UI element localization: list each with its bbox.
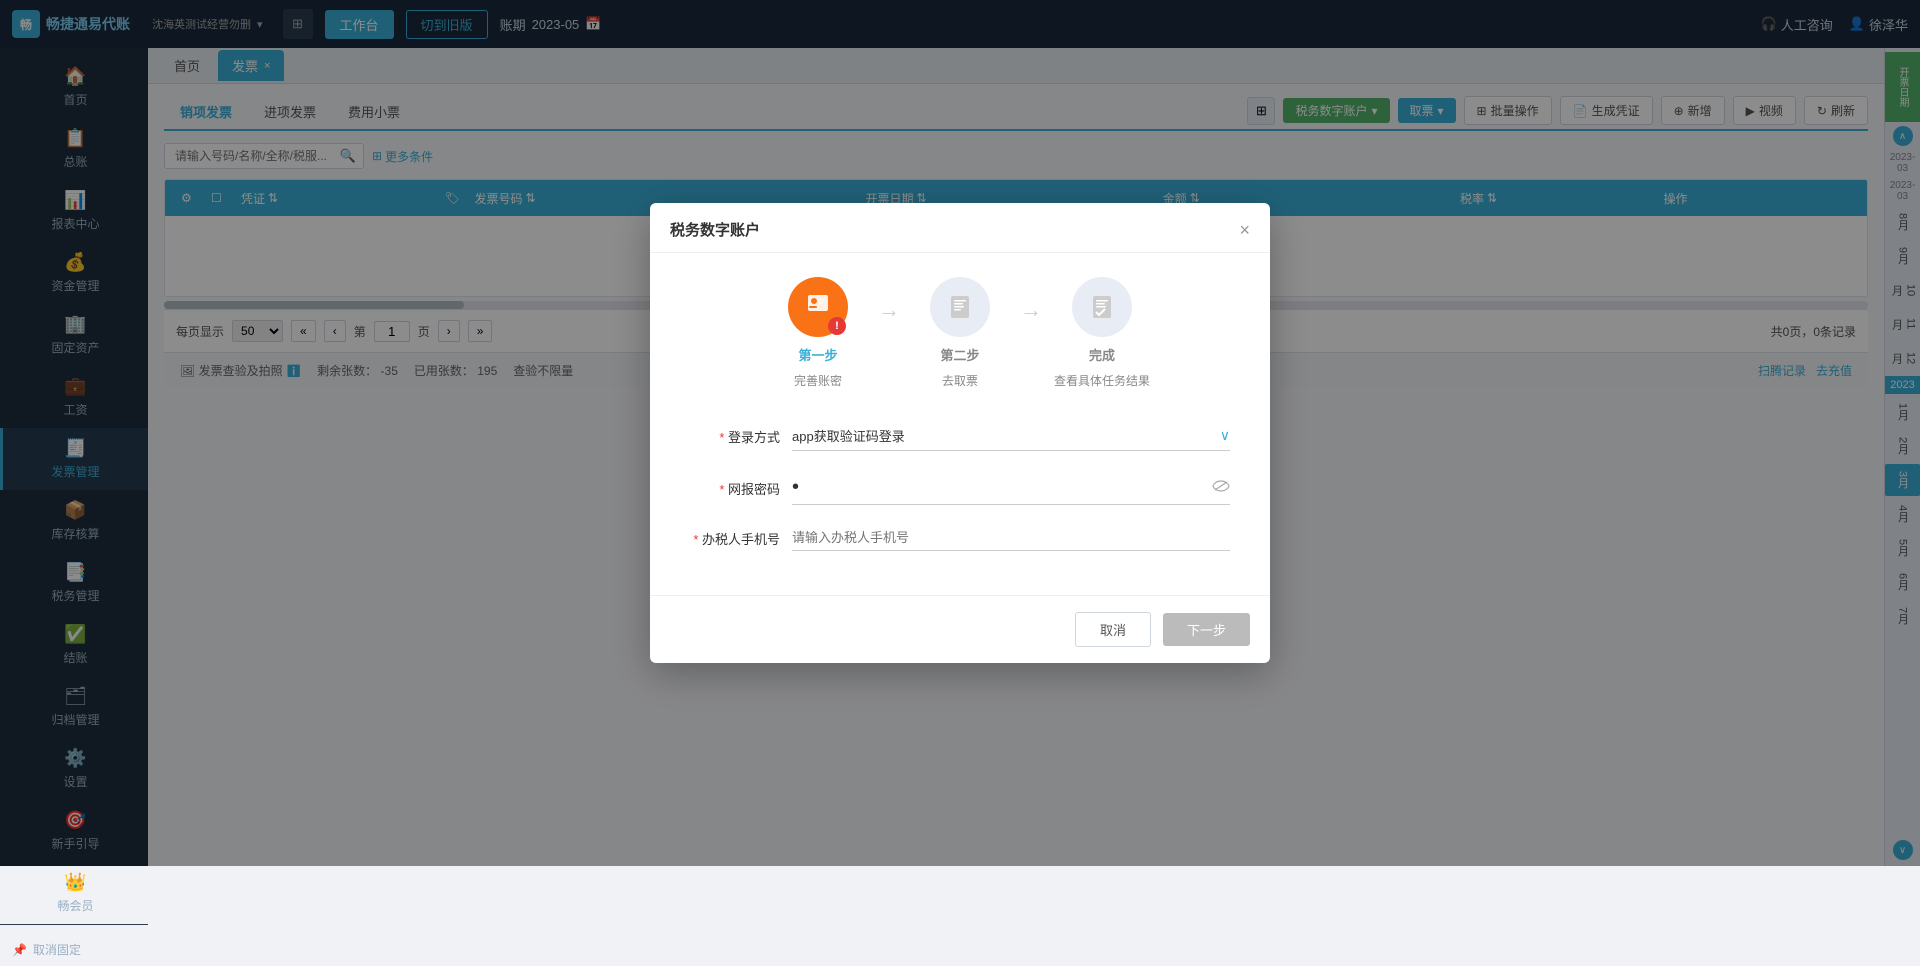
taxpayer-phone-row: 办税人手机号: [690, 525, 1230, 551]
step-3-desc: 查看具体任务结果: [1054, 372, 1150, 389]
step-2-icon-wrap: [930, 277, 990, 337]
taxpayer-phone-input[interactable]: [792, 525, 1230, 551]
sidebar-item-member[interactable]: 👑 畅会员: [0, 862, 148, 924]
login-method-row: 登录方式 app获取验证码登录 ∨: [690, 421, 1230, 451]
arrow-2-3: →: [1020, 297, 1042, 323]
step-1-avatar-icon: [803, 292, 833, 322]
step-3: 完成 查看具体任务结果: [1042, 277, 1162, 389]
step-2-label: 第二步: [940, 345, 979, 364]
step-2-receipt-icon: [945, 292, 975, 322]
next-button[interactable]: 下一步: [1163, 613, 1250, 646]
steps-indicator: ! 第一步 完善账密 →: [690, 277, 1230, 389]
login-method-value: app获取验证码登录: [792, 426, 905, 445]
modal-title: 税务数字账户: [670, 219, 760, 240]
modal-footer: 取消 下一步: [650, 595, 1270, 663]
modal-body: ! 第一步 完善账密 →: [650, 253, 1270, 595]
password-dots: •: [792, 476, 1212, 499]
step-2: 第二步 去取票: [900, 277, 1020, 389]
step-3-label: 完成: [1089, 345, 1115, 364]
cancel-button[interactable]: 取消: [1075, 612, 1151, 647]
login-method-dropdown-icon: ∨: [1220, 427, 1230, 444]
sidebar-label-member: 畅会员: [57, 897, 93, 914]
login-method-select[interactable]: app获取验证码登录 ∨: [792, 421, 1230, 451]
step-1-icon-wrap: !: [788, 277, 848, 337]
taxpayer-phone-label: 办税人手机号: [690, 529, 780, 548]
pin-label: 取消固定: [33, 941, 81, 958]
tax-digital-account-modal: 税务数字账户 × !: [650, 203, 1270, 663]
step-1: ! 第一步 完善账密: [758, 277, 878, 389]
login-method-label: 登录方式: [690, 427, 780, 446]
modal-close-btn[interactable]: ×: [1239, 221, 1250, 239]
password-input-wrap: •: [792, 471, 1230, 505]
pin-toggle[interactable]: 📌 取消固定: [0, 933, 148, 966]
password-label: 网报密码: [690, 479, 780, 498]
member-icon: 👑: [64, 872, 86, 893]
password-row: 网报密码 •: [690, 471, 1230, 505]
eye-icon[interactable]: [1212, 479, 1230, 497]
step-1-label: 第一步: [798, 345, 837, 364]
step-1-desc: 完善账密: [794, 372, 842, 389]
step-1-error-badge: !: [828, 317, 846, 335]
step-3-complete-icon: [1087, 292, 1117, 322]
modal-header: 税务数字账户 ×: [650, 203, 1270, 253]
arrow-1-2: →: [878, 297, 900, 323]
step-3-icon-wrap: [1072, 277, 1132, 337]
pin-icon: 📌: [12, 943, 27, 957]
sidebar-bottom: 📌 取消固定: [0, 924, 148, 966]
step-2-desc: 去取票: [942, 372, 978, 389]
modal-overlay[interactable]: 税务数字账户 × !: [0, 0, 1920, 866]
